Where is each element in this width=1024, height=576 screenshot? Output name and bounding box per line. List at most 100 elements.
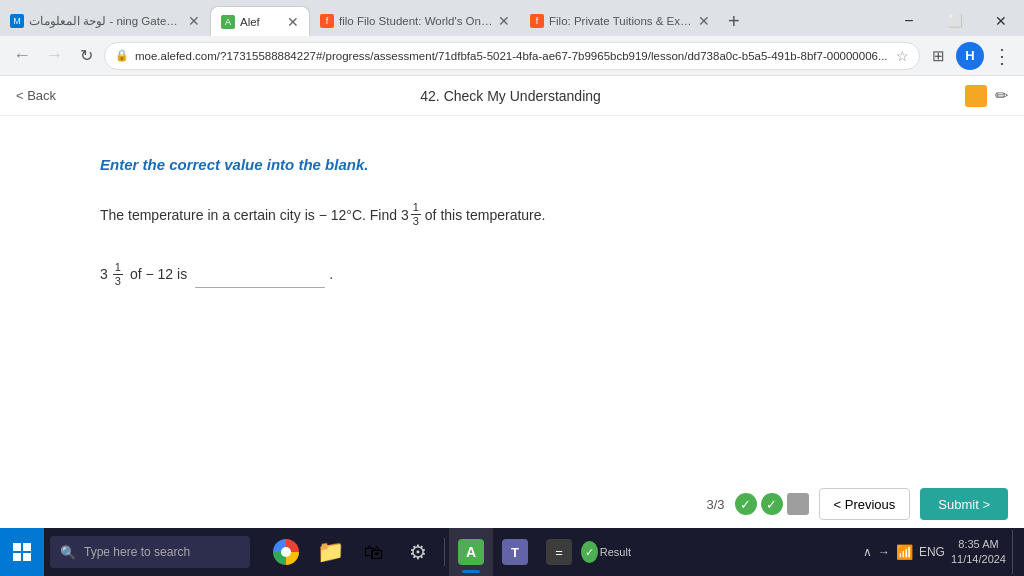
check-square [787,493,809,515]
reload-button[interactable]: ↻ [72,42,100,70]
browser-grid-button[interactable]: ⊞ [924,42,952,70]
browser-menu-button[interactable]: ⋮ [988,42,1016,70]
question-superscript-area: 1 3 [411,201,421,228]
tab1-favicon: M [10,14,24,28]
teams-icon: T [502,539,528,565]
taskbar-app-alef[interactable]: A [449,528,493,576]
close-button[interactable]: ✕ [978,6,1024,36]
tray-wifi-icon: 📶 [896,544,913,560]
check-circle-1: ✓ [735,493,757,515]
window-controls: − ⬜ ✕ [886,6,1024,36]
tab1-close[interactable]: ✕ [188,13,200,29]
header-orange-square [965,85,987,107]
system-clock[interactable]: 8:35 AM 11/14/2024 [951,537,1006,568]
tab3-title: filo Filo Student: World's Only Live ... [339,15,493,27]
q-frac-num: 1 [411,201,421,215]
alef-icon: A [458,539,484,565]
tray-expand-icon[interactable]: ∧ [863,545,872,559]
tab1-title: لوحة المعلومات - ning Gateway [29,14,183,28]
question-text: The temperature in a certain city is − 1… [100,201,924,228]
question-text-before: The temperature in a certain city is − 1… [100,207,409,223]
system-tray: ∧ → 📶 ENG 8:35 AM 11/14/2024 [863,530,1024,574]
expr-frac-num: 1 [113,261,123,275]
tray-arrow-icon: → [878,545,890,559]
tab-1[interactable]: M لوحة المعلومات - ning Gateway ✕ [0,6,210,36]
taskbar-search[interactable]: 🔍 Type here to search [50,536,250,568]
expr-of-text: of − 12 is [130,266,187,282]
back-page-button[interactable]: < Back [16,88,56,103]
expr-frac-den: 3 [113,275,123,288]
tab-3[interactable]: f filo Filo Student: World's Only Live .… [310,6,520,36]
windows-icon [13,543,31,561]
taskbar-app-teams[interactable]: T [493,528,537,576]
tab-4[interactable]: f Filo: Private Tuitions & Exam Pr... ✕ [520,6,720,36]
expr-whole: 3 [100,266,108,282]
maximize-button[interactable]: ⬜ [932,6,978,36]
taskbar-app-chrome[interactable] [264,528,308,576]
browser-window: M لوحة المعلومات - ning Gateway ✕ A Alef… [0,0,1024,466]
url-bar[interactable]: 🔒 moe.alefed.com/?17315588884227#/progre… [104,42,920,70]
q-frac-den: 3 [411,215,421,228]
settings-icon: ⚙ [409,540,427,564]
tab2-title: Alef [240,16,282,28]
tab-2[interactable]: A Alef ✕ [210,6,310,36]
expr-fraction: 1 3 [113,261,123,288]
svg-rect-0 [13,543,21,551]
profile-button[interactable]: H [956,42,984,70]
check-icons: ✓ ✓ [735,493,809,515]
taskbar-app-result[interactable]: ✓ Result [581,528,631,576]
page-footer: 3/3 ✓ ✓ < Previous Submit > [706,488,1008,520]
chrome-icon [273,539,299,565]
check-circle-2: ✓ [761,493,783,515]
address-bar: ← → ↻ 🔒 moe.alefed.com/?17315588884227#/… [0,36,1024,76]
question-text-after: of this temperature. [425,207,546,223]
taskbar-divider-1 [444,538,445,566]
calculator-icon: = [546,539,572,565]
svg-rect-1 [23,543,31,551]
expression-period: . [329,266,333,282]
taskbar-app-settings[interactable]: ⚙ [396,528,440,576]
tab3-favicon: f [320,14,334,28]
back-nav-button[interactable]: ← [8,42,36,70]
svg-rect-2 [13,553,21,561]
taskbar-app-file-explorer[interactable]: 📁 [308,528,352,576]
taskbar-app-calculator[interactable]: = [537,528,581,576]
tab4-title: Filo: Private Tuitions & Exam Pr... [549,15,693,27]
taskbar-search-placeholder: Type here to search [84,545,190,559]
folder-icon: 📁 [317,539,344,565]
submit-button[interactable]: Submit > [920,488,1008,520]
taskbar-search-icon: 🔍 [60,545,76,560]
bookmark-icon[interactable]: ☆ [896,48,909,64]
result-icon: ✓ [581,541,598,563]
tab2-close[interactable]: ✕ [287,14,299,30]
header-actions: ✏ [965,85,1008,107]
url-lock-icon: 🔒 [115,49,129,62]
start-button[interactable] [0,528,44,576]
minimize-button[interactable]: − [886,6,932,36]
taskbar-app-store[interactable]: 🛍 [352,528,396,576]
svg-rect-3 [23,553,31,561]
header-pencil-button[interactable]: ✏ [995,86,1008,105]
answer-input[interactable] [195,260,325,288]
taskbar: 🔍 Type here to search 📁 🛍 ⚙ A [0,528,1024,576]
forward-nav-button[interactable]: → [40,42,68,70]
previous-button[interactable]: < Previous [819,488,911,520]
system-time: 8:35 AM [958,537,998,552]
page-title: 42. Check My Understanding [420,88,601,104]
taskbar-pinned-apps: 📁 🛍 ⚙ [264,528,440,576]
tab2-favicon: A [221,15,235,29]
taskbar-running-apps: A T = ✓ Result [449,528,631,576]
lang-label: ENG [919,545,945,559]
tab-bar: M لوحة المعلومات - ning Gateway ✕ A Alef… [0,0,1024,36]
tab4-favicon: f [530,14,544,28]
tab4-close[interactable]: ✕ [698,13,710,29]
tab3-close[interactable]: ✕ [498,13,510,29]
pagination-label: 3/3 [706,497,724,512]
main-content: Enter the correct value into the blank. … [0,116,1024,466]
url-text: moe.alefed.com/?17315588884227#/progress… [135,50,890,62]
instruction-text: Enter the correct value into the blank. [100,156,924,173]
page-header: < Back 42. Check My Understanding ✏ [0,76,1024,116]
add-tab-button[interactable]: + [720,6,748,36]
show-desktop-button[interactable] [1012,530,1018,574]
question-expression: 3 1 3 of − 12 is . [100,260,924,288]
